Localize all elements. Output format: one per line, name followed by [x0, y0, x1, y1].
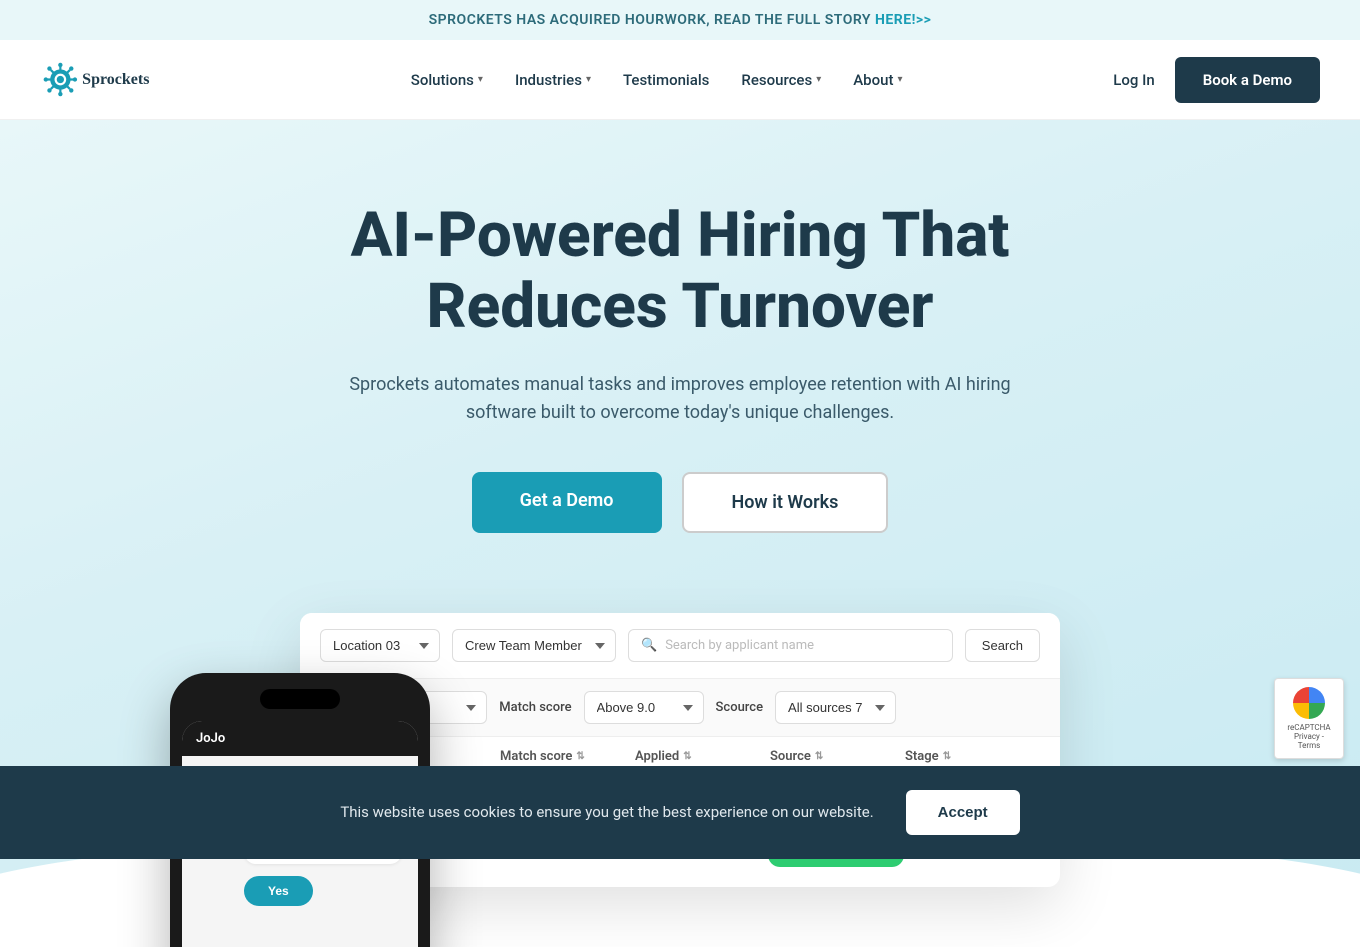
search-button[interactable]: Search: [965, 629, 1040, 662]
phone-notch: [260, 689, 340, 709]
get-demo-button[interactable]: Get a Demo: [472, 472, 662, 533]
chevron-down-icon: ▾: [897, 74, 902, 85]
dashboard-filter-row: Location 03 Crew Team Member 🔍 Search by…: [300, 613, 1060, 679]
nav-item-industries: Industries ▾: [515, 71, 591, 89]
recaptcha-logo-icon: [1293, 687, 1325, 719]
nav-item-resources: Resources ▾: [741, 71, 821, 89]
col-applied: Applied ⇅: [635, 749, 770, 764]
nav-link-testimonials[interactable]: Testimonials: [623, 71, 709, 89]
chevron-down-icon: ▾: [816, 74, 821, 85]
nav-link-industries[interactable]: Industries ▾: [515, 71, 591, 89]
sort-icon: ⇅: [943, 751, 951, 762]
match-filter[interactable]: Above 9.0: [584, 691, 704, 724]
chevron-down-icon: ▾: [478, 74, 483, 85]
nav-item-solutions: Solutions ▾: [411, 71, 483, 89]
logo-image: Sprockets: [40, 52, 200, 107]
login-link[interactable]: Log In: [1113, 71, 1154, 89]
svg-text:Sprockets: Sprockets: [82, 71, 149, 88]
nav-right: Log In Book a Demo: [1113, 57, 1320, 103]
nav-link-solutions[interactable]: Solutions ▾: [411, 71, 483, 89]
search-icon: 🔍: [641, 638, 657, 653]
chevron-down-icon: ▾: [586, 74, 591, 85]
nav-link-about[interactable]: About ▾: [853, 71, 902, 89]
nav-link-resources[interactable]: Resources ▾: [741, 71, 821, 89]
cookie-banner: This website uses cookies to ensure you …: [0, 766, 1360, 859]
nav-item-testimonials: Testimonials: [623, 71, 709, 89]
announcement-bar: SPROCKETS HAS ACQUIRED HOURWORK, READ TH…: [0, 0, 1360, 40]
role-filter[interactable]: Crew Team Member: [452, 629, 616, 662]
main-nav: Solutions ▾ Industries ▾ Testimonials Re…: [411, 71, 903, 89]
chat-yes-button[interactable]: Yes: [244, 876, 313, 906]
announcement-link[interactable]: HERE!>>: [875, 12, 931, 28]
recaptcha-text: reCAPTCHAPrivacy - Terms: [1285, 723, 1333, 750]
col-match-score: Match score ⇅: [500, 749, 635, 764]
announcement-text: SPROCKETS HAS ACQUIRED HOURWORK, READ TH…: [429, 12, 871, 28]
book-demo-button[interactable]: Book a Demo: [1175, 57, 1320, 103]
how-it-works-button[interactable]: How it Works: [682, 472, 889, 533]
sort-icon: ⇅: [683, 751, 691, 762]
source-filter-label: Scource: [716, 700, 764, 715]
hero-buttons: Get a Demo How it Works: [472, 472, 889, 533]
logo-link[interactable]: Sprockets: [40, 52, 200, 107]
header: Sprockets Solutions ▾ Industries ▾ Testi…: [0, 40, 1360, 120]
search-placeholder-text: Search by applicant name: [665, 638, 814, 653]
search-box: 🔍 Search by applicant name: [628, 629, 953, 662]
col-source: Source ⇅: [770, 749, 905, 764]
chat-header: JoJo: [182, 721, 418, 756]
hero-title: AI-Powered Hiring That Reduces Turnover: [351, 200, 1010, 343]
match-filter-label: Match score: [499, 700, 571, 715]
nav-item-about: About ▾: [853, 71, 902, 89]
sort-icon: ⇅: [815, 751, 823, 762]
location-filter[interactable]: Location 03: [320, 629, 440, 662]
cookie-message: This website uses cookies to ensure you …: [340, 801, 873, 824]
col-stage: Stage ⇅: [905, 749, 1040, 764]
accept-cookie-button[interactable]: Accept: [906, 790, 1020, 835]
sort-icon: ⇅: [576, 751, 584, 762]
hero-subtitle: Sprockets automates manual tasks and imp…: [340, 371, 1020, 429]
source-filter[interactable]: All sources 7: [775, 691, 896, 724]
recaptcha-badge: reCAPTCHAPrivacy - Terms: [1274, 678, 1344, 759]
